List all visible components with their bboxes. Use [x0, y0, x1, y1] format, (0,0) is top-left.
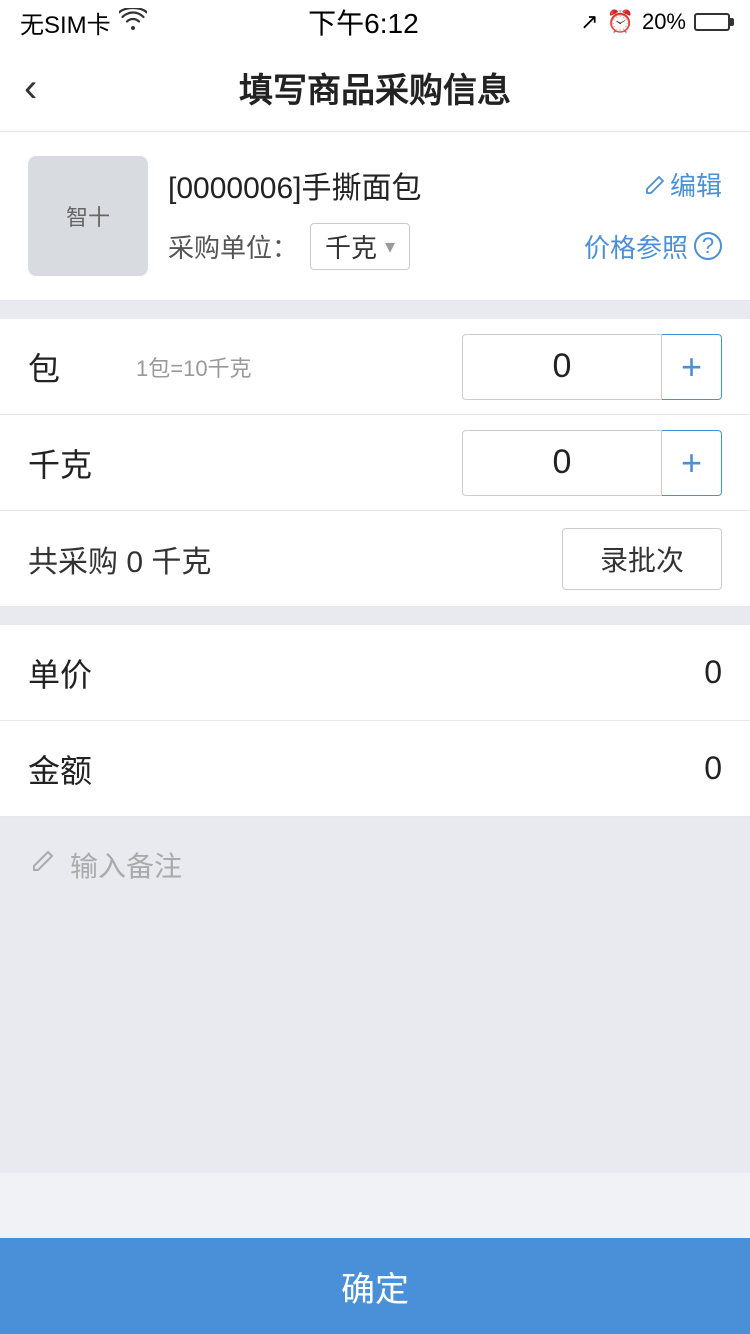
product-image: 智十: [28, 156, 148, 276]
kg-label: 千克: [28, 440, 128, 486]
product-unit-row: 采购单位： 千克 ▾ 价格参照 ?: [168, 223, 722, 270]
amount-label: 金额: [28, 746, 704, 792]
kg-input[interactable]: [462, 430, 662, 496]
price-ref-button[interactable]: 价格参照 ?: [584, 228, 722, 265]
pencil-icon: [28, 848, 56, 883]
product-image-text: 智十: [66, 200, 110, 232]
amount-value: 0: [704, 750, 722, 787]
location-icon: ↗: [580, 9, 598, 35]
status-time: 下午6:12: [308, 2, 419, 42]
record-batch-button[interactable]: 录批次: [562, 528, 722, 590]
content-area: [0, 913, 750, 1173]
battery-percent: 20%: [642, 9, 686, 35]
kg-input-row: 千克 +: [0, 415, 750, 511]
section-separator-2: [0, 607, 750, 625]
unit-price-value: 0: [704, 654, 722, 691]
unit-value: 千克: [325, 228, 377, 265]
product-name: [0000006]手撕面包: [168, 163, 421, 207]
unit-select[interactable]: 千克 ▾: [310, 223, 410, 270]
record-batch-label: 录批次: [600, 539, 684, 579]
package-plus-button[interactable]: +: [662, 334, 722, 400]
kg-plus-button[interactable]: +: [662, 430, 722, 496]
package-input[interactable]: [462, 334, 662, 400]
unit-price-row: 单价 0: [0, 625, 750, 721]
wifi-icon: [119, 8, 147, 37]
status-bar: 无SIM卡 下午6:12 ↗ ⏰ 20%: [0, 0, 750, 44]
product-name-row: [0000006]手撕面包 编辑: [168, 163, 722, 207]
help-icon: ?: [694, 232, 722, 260]
page-title: 填写商品采购信息: [239, 63, 511, 112]
package-controls: +: [462, 334, 722, 400]
chevron-down-icon: ▾: [385, 234, 395, 259]
package-label: 包: [28, 344, 128, 390]
status-left: 无SIM卡: [20, 5, 147, 40]
price-ref-label: 价格参照: [584, 228, 688, 265]
back-button[interactable]: ‹: [24, 68, 37, 108]
confirm-bar[interactable]: 确定: [0, 1238, 750, 1334]
price-info-section: 单价 0 金额 0: [0, 625, 750, 817]
remark-placeholder: 输入备注: [70, 845, 182, 885]
battery-icon: [694, 13, 730, 31]
package-unit-hint: 1包=10千克: [136, 351, 462, 383]
alarm-icon: ⏰: [607, 9, 634, 35]
status-right: ↗ ⏰ 20%: [580, 9, 730, 35]
nav-bar: ‹ 填写商品采购信息: [0, 44, 750, 132]
edit-label: 编辑: [670, 166, 722, 203]
confirm-label: 确定: [341, 1262, 409, 1311]
summary-text: 共采购 0 千克: [28, 537, 562, 581]
section-separator-1: [0, 301, 750, 319]
package-input-row: 包 1包=10千克 +: [0, 319, 750, 415]
product-card: 智十 [0000006]手撕面包 编辑 采购单位： 千克 ▾ 价格参照 ?: [0, 132, 750, 301]
kg-controls: +: [462, 430, 722, 496]
remark-section[interactable]: 输入备注: [0, 817, 750, 913]
unit-label: 采购单位：: [168, 228, 298, 265]
unit-price-label: 单价: [28, 650, 704, 696]
carrier-text: 无SIM卡: [20, 5, 111, 40]
summary-row: 共采购 0 千克 录批次: [0, 511, 750, 607]
edit-button[interactable]: 编辑: [644, 166, 722, 203]
amount-row: 金额 0: [0, 721, 750, 817]
input-section: 包 1包=10千克 + 千克 + 共采购 0 千克 录批次: [0, 319, 750, 607]
product-info: [0000006]手撕面包 编辑 采购单位： 千克 ▾ 价格参照 ?: [168, 163, 722, 270]
unit-selector-group: 采购单位： 千克 ▾: [168, 223, 410, 270]
